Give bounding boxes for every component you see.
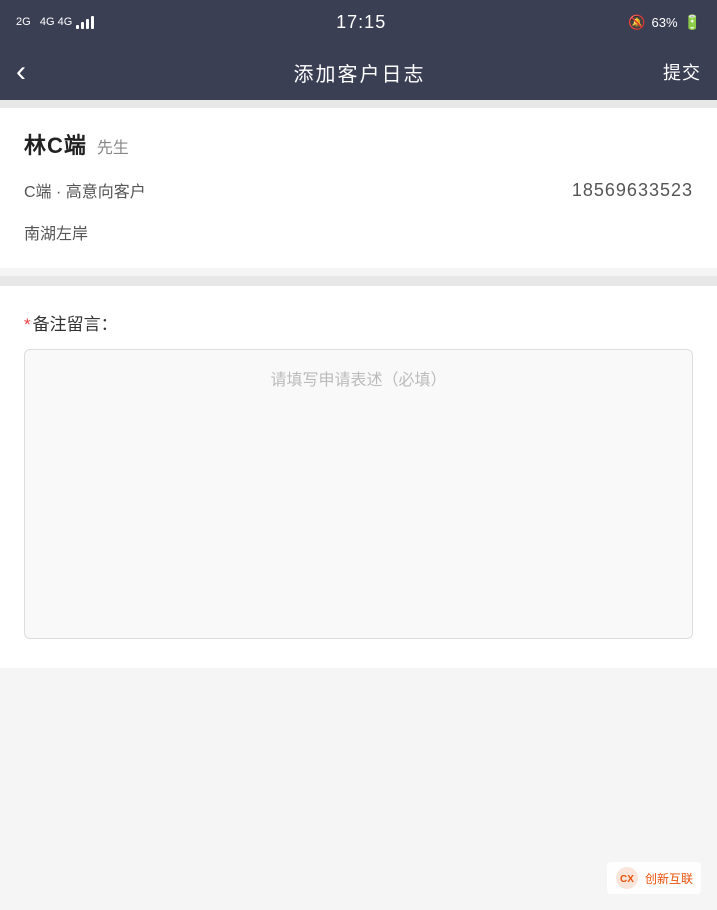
nav-bar: ‹ 添加客户日志 提交 [0, 44, 717, 100]
required-star: * [24, 315, 31, 334]
status-bar-left: 2G 4G 4G [16, 15, 94, 29]
customer-name: 林C端 [24, 128, 87, 160]
customer-location: 南湖左岸 [24, 220, 693, 244]
battery-icon: 🔋 [684, 14, 701, 31]
label-text: 备注留言： [33, 315, 118, 334]
page-title: 添加客户日志 [294, 58, 426, 87]
back-button[interactable]: ‹ [16, 55, 56, 89]
header-separator [0, 100, 717, 108]
network-indicator: 2G 4G 4G [16, 16, 72, 28]
signal-bars [76, 15, 94, 29]
status-bar: 2G 4G 4G 17:15 🔕 63% 🔋 [0, 0, 717, 44]
customer-phone: 18569633523 [572, 180, 693, 201]
customer-info-row: C端 · 高意向客户 18569633523 [24, 178, 693, 202]
status-bar-right: 🔕 63% 🔋 [628, 14, 701, 31]
notes-textarea[interactable] [24, 349, 693, 639]
watermark-text: 创新互联 [645, 870, 693, 887]
section-separator [0, 276, 717, 286]
watermark: CX 创新互联 [607, 862, 701, 894]
svg-text:CX: CX [620, 874, 634, 885]
back-icon: ‹ [16, 55, 26, 89]
customer-card: 林C端 先生 C端 · 高意向客户 18569633523 南湖左岸 [0, 108, 717, 268]
submit-button[interactable]: 提交 [663, 59, 701, 85]
bell-icon: 🔕 [628, 14, 645, 31]
customer-salutation: 先生 [97, 134, 129, 158]
form-label: *备注留言： [24, 310, 693, 335]
battery-percent: 63% [652, 15, 678, 30]
customer-tag: C端 · 高意向客户 [24, 178, 146, 202]
watermark-logo-icon: CX [615, 866, 639, 890]
customer-name-row: 林C端 先生 [24, 128, 693, 160]
form-section: *备注留言： [0, 286, 717, 668]
status-bar-time: 17:15 [336, 12, 386, 33]
